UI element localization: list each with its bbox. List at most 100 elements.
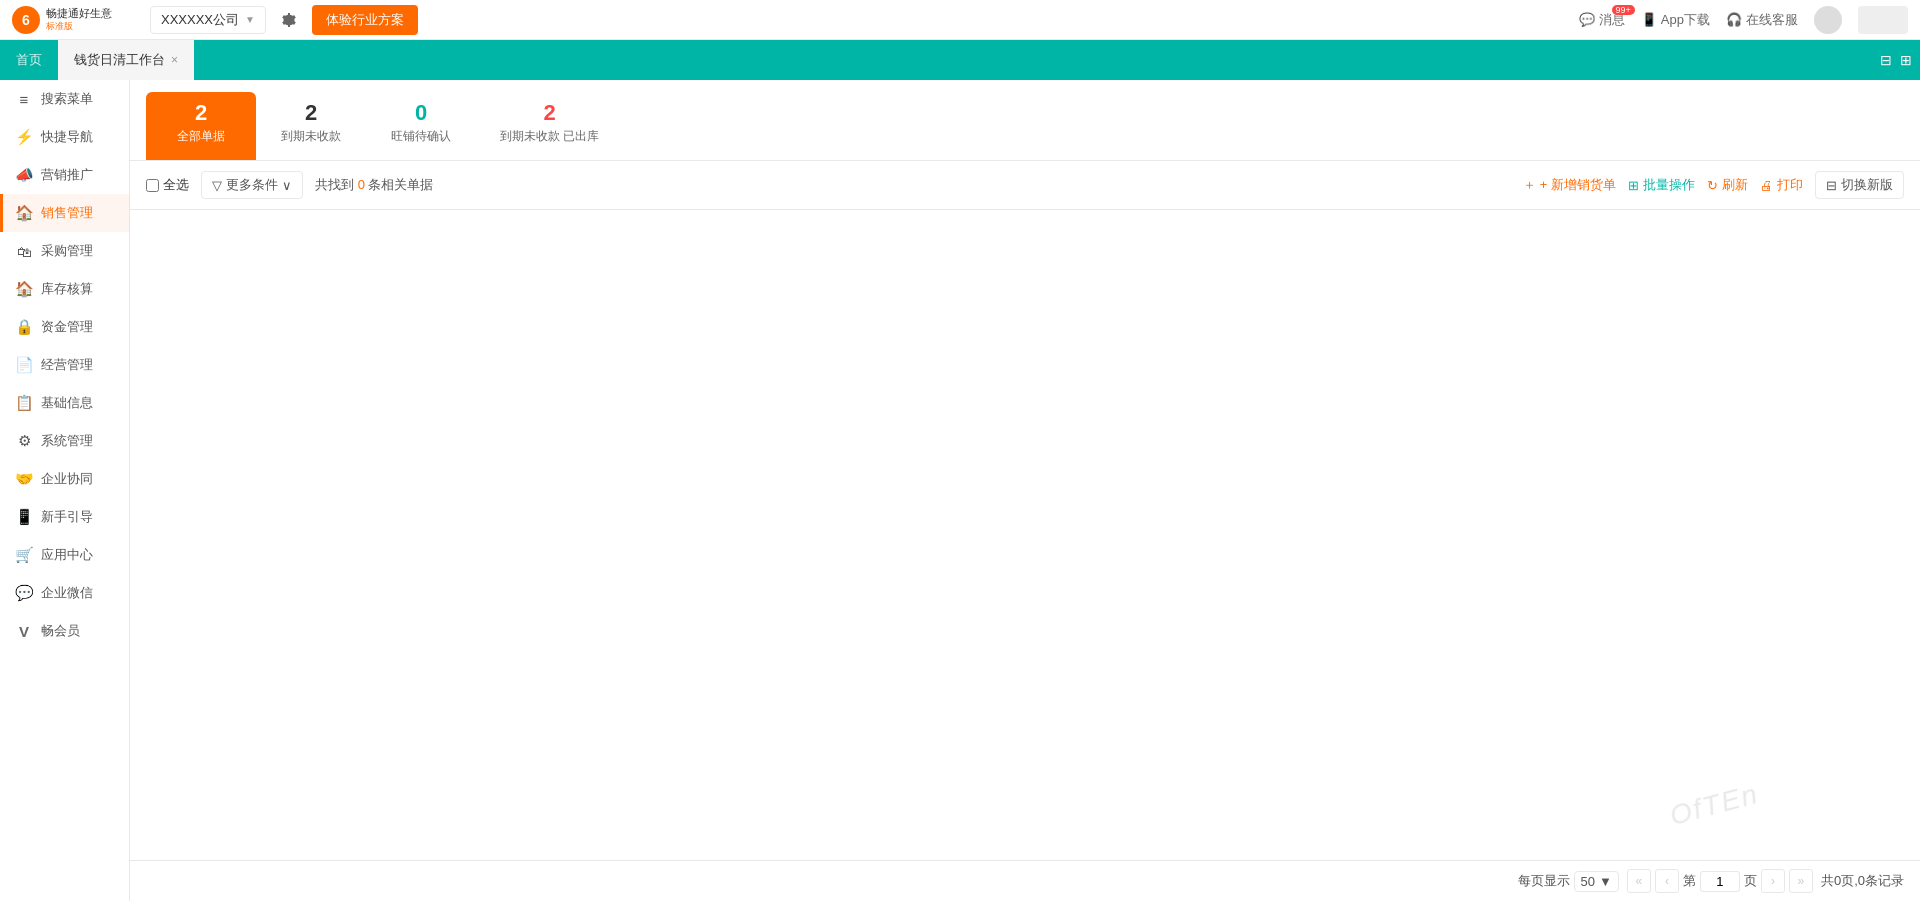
company-name: XXXXXX公司 — [161, 11, 239, 29]
toolbar-right: ＋ + 新增销货单 ⊞ 批量操作 ↻ 刷新 🖨 打印 ⊟ 切换新版 — [1523, 171, 1904, 199]
sidebar-item-basic-info[interactable]: 📋 基础信息 — [0, 384, 129, 422]
per-page-label: 每页显示 — [1518, 872, 1570, 890]
basic-info-icon: 📋 — [15, 394, 33, 412]
tab-expand-icon[interactable]: ⊞ — [1900, 52, 1912, 68]
sidebar-item-system[interactable]: ⚙ 系统管理 — [0, 422, 129, 460]
total-records: 共0页,0条记录 — [1821, 872, 1904, 890]
select-all-label: 全选 — [163, 176, 189, 194]
stat-label-pending: 旺铺待确认 — [391, 128, 451, 145]
tab-current[interactable]: 钱货日清工作台 × — [58, 40, 194, 80]
settings-button[interactable] — [274, 5, 304, 35]
result-count-number: 0 — [358, 177, 365, 192]
experience-button[interactable]: 体验行业方案 — [312, 5, 418, 35]
stat-count-overdue-shipped: 2 — [544, 100, 556, 126]
batch-label: 批量操作 — [1643, 176, 1695, 194]
stat-label-overdue: 到期未收款 — [281, 128, 341, 145]
logo-text: 畅捷通好生意 标准版 — [46, 6, 112, 33]
messages-icon: 💬 — [1579, 12, 1595, 27]
stat-tab-overdue-shipped[interactable]: 2 到期未收款 已出库 — [476, 92, 623, 160]
headset-icon: 🎧 — [1726, 12, 1742, 27]
operations-icon: 📄 — [15, 356, 33, 374]
sidebar-item-inventory[interactable]: 🏠 库存核算 — [0, 270, 129, 308]
first-page-button[interactable]: « — [1627, 869, 1651, 893]
tab-current-label: 钱货日清工作台 — [74, 51, 165, 69]
sidebar-item-purchase[interactable]: 🛍 采购管理 — [0, 232, 129, 270]
tab-bar: 首页 钱货日清工作台 × ⊟ ⊞ — [0, 40, 1920, 80]
sidebar-item-member[interactable]: V 畅会员 — [0, 612, 129, 650]
app-download-icon: 📱 — [1641, 12, 1657, 27]
add-sales-order-button[interactable]: ＋ + 新增销货单 — [1523, 176, 1616, 194]
page-prefix: 第 — [1683, 872, 1696, 890]
system-icon: ⚙ — [15, 432, 33, 450]
stat-label-all: 全部单据 — [177, 128, 225, 145]
messages-button[interactable]: 💬 消息 99+ — [1579, 11, 1625, 29]
switch-version-button[interactable]: ⊟ 切换新版 — [1815, 171, 1904, 199]
sidebar-item-finance[interactable]: 🔒 资金管理 — [0, 308, 129, 346]
sidebar-label-enterprise: 企业协同 — [41, 470, 93, 488]
tab-minimize-icon[interactable]: ⊟ — [1880, 52, 1892, 68]
select-all-input[interactable] — [146, 179, 159, 192]
filter-button[interactable]: ▽ 更多条件 ∨ — [201, 171, 303, 199]
stat-tab-overdue[interactable]: 2 到期未收款 — [256, 92, 366, 160]
sidebar-item-app-center[interactable]: 🛒 应用中心 — [0, 536, 129, 574]
stat-tab-all[interactable]: 2 全部单据 — [146, 92, 256, 160]
member-icon: V — [15, 622, 33, 640]
avatar[interactable] — [1814, 6, 1842, 34]
filter-label: 更多条件 — [226, 176, 278, 194]
sidebar-label-guide: 新手引导 — [41, 508, 93, 526]
sidebar-item-marketing[interactable]: 📣 营销推广 — [0, 156, 129, 194]
sidebar-item-sales[interactable]: 🏠 销售管理 — [0, 194, 129, 232]
quick-nav-icon: ⚡ — [15, 128, 33, 146]
sidebar-label-finance: 资金管理 — [41, 318, 93, 336]
sidebar-item-search[interactable]: ≡ 搜索菜单 — [0, 80, 129, 118]
page-navigation: « ‹ 第 页 › » — [1627, 869, 1813, 893]
app-download-button[interactable]: 📱 App下载 — [1641, 11, 1710, 29]
sidebar-label-quick-nav: 快捷导航 — [41, 128, 93, 146]
toolbar: 全选 ▽ 更多条件 ∨ 共找到 0 条相关单据 ＋ + 新增销货单 ⊞ 批量操作 — [130, 161, 1920, 210]
app-center-icon: 🛒 — [15, 546, 33, 564]
pagination: 每页显示 50 ▼ « ‹ 第 页 › » 共0页,0条记录 — [130, 860, 1920, 901]
sidebar-item-enterprise[interactable]: 🤝 企业协同 — [0, 460, 129, 498]
finance-icon: 🔒 — [15, 318, 33, 336]
purchase-icon: 🛍 — [15, 242, 33, 260]
refresh-icon: ↻ — [1707, 178, 1718, 193]
tab-close-button[interactable]: × — [171, 53, 178, 67]
marketing-icon: 📣 — [15, 166, 33, 184]
page-size-arrow: ▼ — [1599, 874, 1612, 889]
sidebar-label-system: 系统管理 — [41, 432, 93, 450]
select-all-checkbox[interactable]: 全选 — [146, 176, 189, 194]
logo-icon: 6 — [12, 6, 40, 34]
table-area — [130, 210, 1920, 860]
last-page-button[interactable]: » — [1789, 869, 1813, 893]
sidebar-label-marketing: 营销推广 — [41, 166, 93, 184]
sidebar-item-operations[interactable]: 📄 经营管理 — [0, 346, 129, 384]
sidebar-item-quick-nav[interactable]: ⚡ 快捷导航 — [0, 118, 129, 156]
messages-badge: 99+ — [1612, 5, 1635, 15]
guide-icon: 📱 — [15, 508, 33, 526]
prev-page-button[interactable]: ‹ — [1655, 869, 1679, 893]
refresh-button[interactable]: ↻ 刷新 — [1707, 176, 1748, 194]
online-service-button[interactable]: 🎧 在线客服 — [1726, 11, 1798, 29]
tab-bar-actions: ⊟ ⊞ — [1880, 40, 1920, 80]
print-button[interactable]: 🖨 打印 — [1760, 176, 1803, 194]
wechat-icon: 💬 — [15, 584, 33, 602]
stat-tab-pending[interactable]: 0 旺铺待确认 — [366, 92, 476, 160]
stat-count-overdue: 2 — [305, 100, 317, 126]
company-selector[interactable]: XXXXXX公司 ▼ — [150, 6, 266, 34]
stat-label-overdue-shipped: 到期未收款 已出库 — [500, 128, 599, 145]
batch-operations-button[interactable]: ⊞ 批量操作 — [1628, 176, 1695, 194]
sidebar-label-basic-info: 基础信息 — [41, 394, 93, 412]
next-page-button[interactable]: › — [1761, 869, 1785, 893]
tab-home[interactable]: 首页 — [0, 40, 58, 80]
page-number-input[interactable] — [1700, 871, 1740, 892]
sidebar-item-guide[interactable]: 📱 新手引导 — [0, 498, 129, 536]
page-size-dropdown[interactable]: 50 ▼ — [1574, 871, 1619, 892]
add-label: + 新增销货单 — [1540, 176, 1616, 194]
sidebar-item-wechat[interactable]: 💬 企业微信 — [0, 574, 129, 612]
refresh-label: 刷新 — [1722, 176, 1748, 194]
logo-area: 6 畅捷通好生意 标准版 — [12, 6, 142, 34]
search-menu-icon: ≡ — [15, 90, 33, 108]
user-name-area[interactable] — [1858, 6, 1908, 34]
main-layout: ≡ 搜索菜单 ⚡ 快捷导航 📣 营销推广 🏠 销售管理 🛍 采购管理 🏠 库存核… — [0, 80, 1920, 901]
switch-label: 切换新版 — [1841, 176, 1893, 194]
